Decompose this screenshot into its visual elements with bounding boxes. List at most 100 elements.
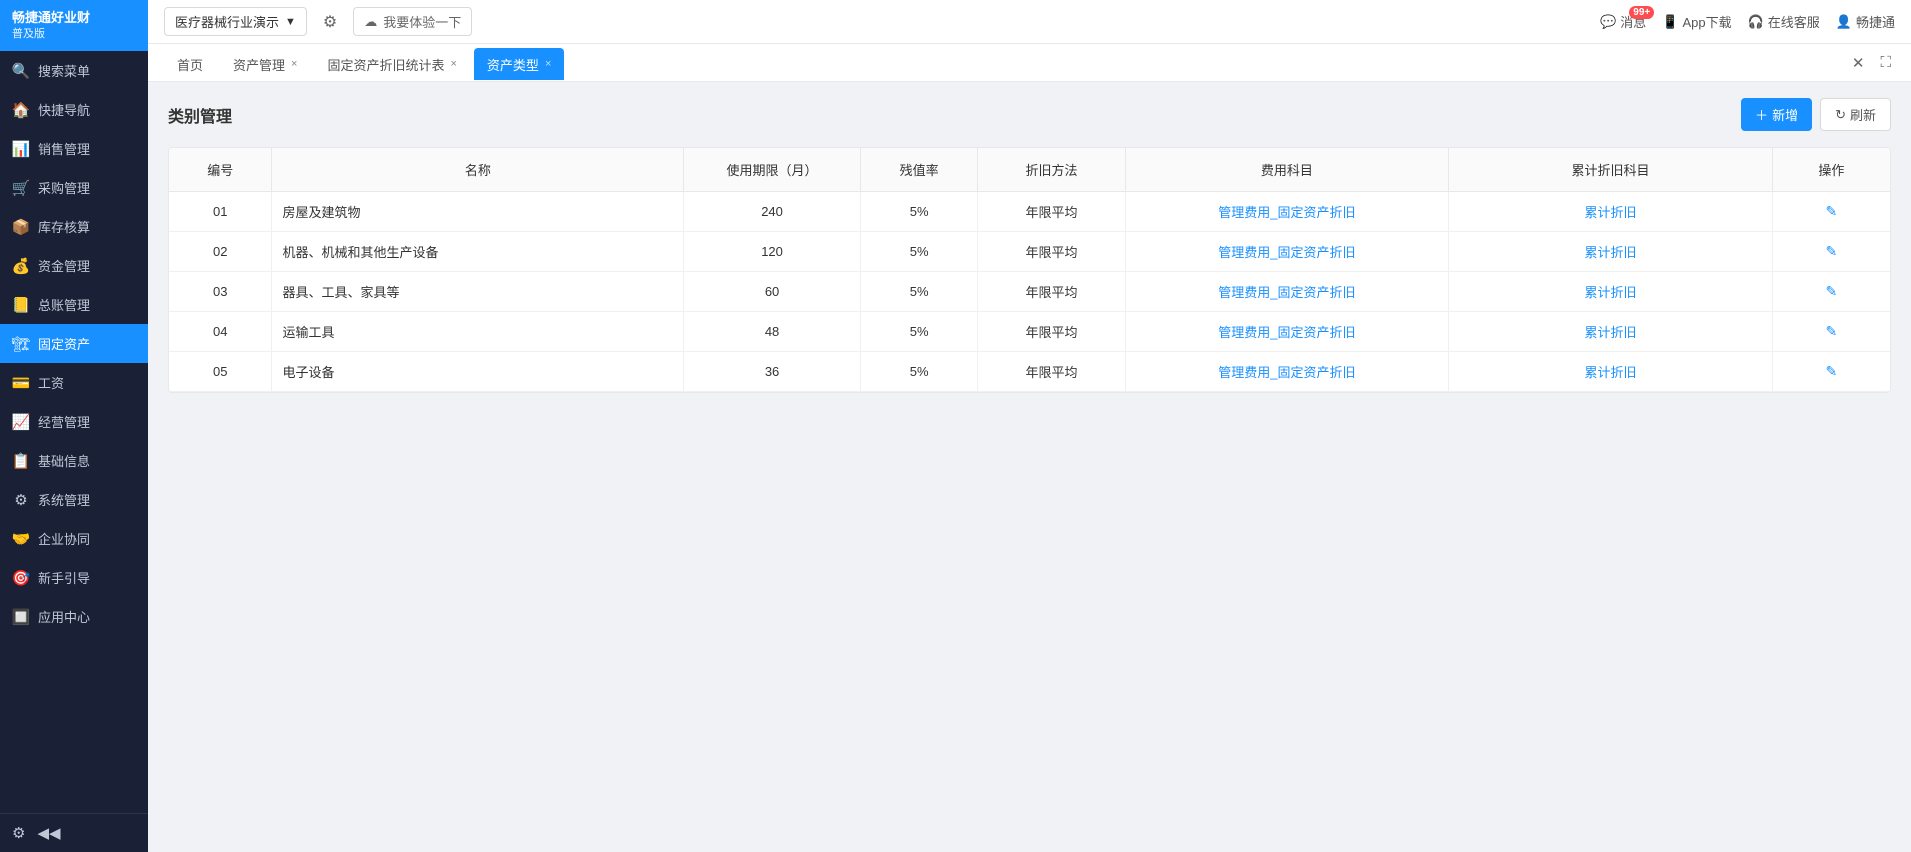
- asset-type-table: 编号 名称 使用期限（月） 残值率 折旧方法 费用科目 累计折旧科目 操作 01…: [168, 147, 1891, 393]
- tab-asset-type-label: 资产类型: [487, 55, 539, 74]
- search-icon: 🔍: [12, 62, 30, 80]
- sidebar-item-label: 经营管理: [38, 412, 90, 431]
- sidebar-item-fixed-assets[interactable]: 🏗 固定资产: [0, 324, 148, 363]
- new-button[interactable]: ＋ 新增: [1741, 98, 1812, 131]
- sidebar: 畅捷通好业财 普及版 🔍 搜索菜单 🏠 快捷导航 📊 销售管理 🛒 采购管理 📦…: [0, 0, 148, 852]
- cell-name: 器具、工具、家具等: [272, 272, 684, 312]
- cell-action[interactable]: ✎: [1772, 192, 1890, 232]
- cell-residual: 5%: [860, 232, 978, 272]
- col-cost-subject: 费用科目: [1125, 148, 1449, 192]
- sidebar-item-payroll[interactable]: 💳 工资: [0, 363, 148, 402]
- tab-asset-management[interactable]: 资产管理 ×: [220, 48, 310, 80]
- sidebar-item-label: 资金管理: [38, 256, 90, 275]
- tab-asset-type[interactable]: 资产类型 ×: [474, 48, 564, 80]
- sidebar-item-guide[interactable]: 🎯 新手引导: [0, 558, 148, 597]
- cell-residual: 5%: [860, 192, 978, 232]
- page-header: 类别管理 ＋ 新增 ↻ 刷新: [168, 98, 1891, 131]
- sidebar-item-ledger[interactable]: 📒 总账管理: [0, 285, 148, 324]
- table-row: 01 房屋及建筑物 240 5% 年限平均 管理费用_固定资产折旧 累计折旧 ✎: [169, 192, 1890, 232]
- cell-method: 年限平均: [978, 232, 1125, 272]
- tab-actions: ✕ ⛶: [1848, 50, 1895, 76]
- cell-cost-subject: 管理费用_固定资产折旧: [1125, 352, 1449, 392]
- chevron-down-icon: ▼: [285, 16, 296, 28]
- company-name: 医疗器械行业演示: [175, 12, 279, 31]
- sidebar-item-system[interactable]: ⚙ 系统管理: [0, 480, 148, 519]
- cell-action[interactable]: ✎: [1772, 352, 1890, 392]
- collapse-icon[interactable]: ◀◀: [37, 824, 60, 842]
- sidebar-item-basic-info[interactable]: 📋 基础信息: [0, 441, 148, 480]
- page-content: 类别管理 ＋ 新增 ↻ 刷新 编号 名称 使用期限（月）: [148, 82, 1911, 852]
- cloud-icon: ☁: [364, 14, 377, 30]
- purchase-icon: 🛒: [12, 179, 30, 197]
- sidebar-item-label: 快捷导航: [38, 100, 90, 119]
- sidebar-item-label: 固定资产: [38, 334, 90, 353]
- cell-name: 房屋及建筑物: [272, 192, 684, 232]
- settings-icon[interactable]: ⚙: [12, 824, 25, 842]
- cell-period: 48: [684, 312, 861, 352]
- edit-icon[interactable]: ✎: [1826, 323, 1838, 339]
- cell-accum-subject: 累计折旧: [1449, 352, 1773, 392]
- tab-asset-type-close[interactable]: ×: [545, 58, 551, 70]
- sidebar-item-sales[interactable]: 📊 销售管理: [0, 129, 148, 168]
- tab-asset-management-close[interactable]: ×: [291, 58, 297, 70]
- sidebar-item-app-center[interactable]: 🔲 应用中心: [0, 597, 148, 636]
- sidebar-item-enterprise[interactable]: 🤝 企业协同: [0, 519, 148, 558]
- col-action: 操作: [1772, 148, 1890, 192]
- cell-method: 年限平均: [978, 352, 1125, 392]
- topbar: 医疗器械行业演示 ▼ ⚙ ☁ 我要体验一下 💬 消息 99+ 📱 App下载 🎧…: [148, 0, 1911, 44]
- cell-cost-subject: 管理费用_固定资产折旧: [1125, 192, 1449, 232]
- tab-depreciation-table[interactable]: 固定资产折旧统计表 ×: [314, 48, 469, 80]
- cell-action[interactable]: ✎: [1772, 272, 1890, 312]
- app-download-button[interactable]: 📱 App下载: [1662, 12, 1731, 31]
- cell-action[interactable]: ✎: [1772, 232, 1890, 272]
- edit-icon[interactable]: ✎: [1826, 203, 1838, 219]
- settings-gear-icon[interactable]: ⚙: [319, 8, 341, 36]
- inventory-icon: 📦: [12, 218, 30, 236]
- sidebar-item-label: 系统管理: [38, 490, 90, 509]
- edit-icon[interactable]: ✎: [1826, 243, 1838, 259]
- fullscreen-icon[interactable]: ⛶: [1876, 50, 1895, 76]
- refresh-button[interactable]: ↻ 刷新: [1820, 98, 1891, 131]
- sidebar-item-operations[interactable]: 📈 经营管理: [0, 402, 148, 441]
- sidebar-item-label: 工资: [38, 373, 64, 392]
- table-header-row: 编号 名称 使用期限（月） 残值率 折旧方法 费用科目 累计折旧科目 操作: [169, 148, 1890, 192]
- user-button[interactable]: 👤 畅捷通: [1836, 12, 1895, 31]
- edit-icon[interactable]: ✎: [1826, 363, 1838, 379]
- sidebar-item-search[interactable]: 🔍 搜索菜单: [0, 51, 148, 90]
- col-residual: 残值率: [860, 148, 978, 192]
- tab-depreciation-close[interactable]: ×: [450, 58, 456, 70]
- message-button[interactable]: 💬 消息 99+: [1600, 12, 1646, 31]
- close-tab-icon[interactable]: ✕: [1848, 50, 1869, 76]
- message-badge: 99+: [1629, 6, 1654, 19]
- sidebar-item-label: 库存核算: [38, 217, 90, 236]
- company-selector[interactable]: 医疗器械行业演示 ▼: [164, 7, 307, 36]
- cell-action[interactable]: ✎: [1772, 312, 1890, 352]
- refresh-icon: ↻: [1835, 107, 1846, 123]
- online-service-button[interactable]: 🎧 在线客服: [1748, 12, 1820, 31]
- cell-id: 05: [169, 352, 272, 392]
- col-name: 名称: [272, 148, 684, 192]
- cell-id: 02: [169, 232, 272, 272]
- cell-accum-subject: 累计折旧: [1449, 272, 1773, 312]
- cell-name: 电子设备: [272, 352, 684, 392]
- sidebar-item-funds[interactable]: 💰 资金管理: [0, 246, 148, 285]
- refresh-label: 刷新: [1850, 105, 1876, 124]
- edit-icon[interactable]: ✎: [1826, 283, 1838, 299]
- sidebar-item-quick-nav[interactable]: 🏠 快捷导航: [0, 90, 148, 129]
- sidebar-item-inventory[interactable]: 📦 库存核算: [0, 207, 148, 246]
- table-row: 04 运输工具 48 5% 年限平均 管理费用_固定资产折旧 累计折旧 ✎: [169, 312, 1890, 352]
- col-period: 使用期限（月）: [684, 148, 861, 192]
- cell-period: 36: [684, 352, 861, 392]
- cell-accum-subject: 累计折旧: [1449, 312, 1773, 352]
- sidebar-item-purchase[interactable]: 🛒 采购管理: [0, 168, 148, 207]
- trial-button[interactable]: ☁ 我要体验一下: [353, 7, 472, 36]
- app-name: 畅捷通好业财: [12, 10, 136, 27]
- fixed-assets-icon: 🏗: [12, 335, 30, 353]
- tab-home[interactable]: 首页: [164, 48, 216, 80]
- tab-depreciation-label: 固定资产折旧统计表: [327, 55, 444, 74]
- col-accum-subject: 累计折旧科目: [1449, 148, 1773, 192]
- cell-id: 01: [169, 192, 272, 232]
- guide-icon: 🎯: [12, 569, 30, 587]
- sales-icon: 📊: [12, 140, 30, 158]
- enterprise-icon: 🤝: [12, 530, 30, 548]
